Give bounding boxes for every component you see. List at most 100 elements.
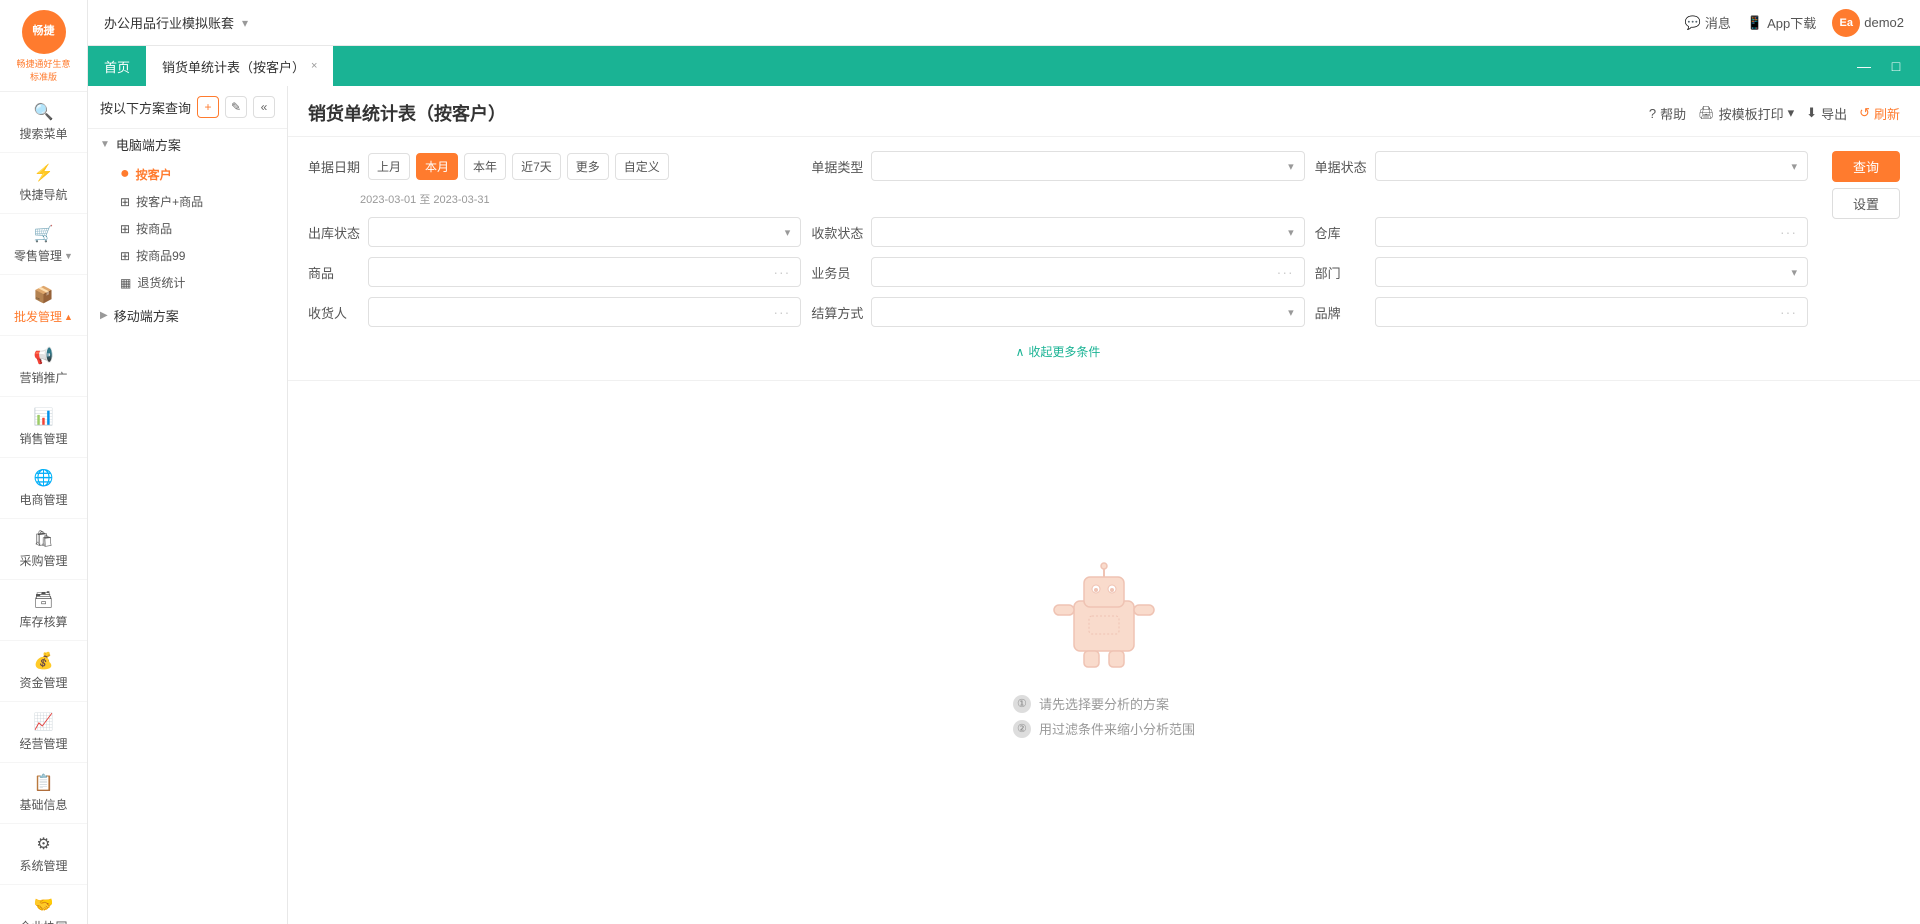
date-this-year-btn[interactable]: 本年 — [464, 153, 506, 180]
out-status-select[interactable]: ▾ — [368, 217, 801, 247]
topbar-left: 办公用品行业模拟账套 ▾ — [104, 13, 248, 32]
warehouse-select[interactable]: ··· — [1375, 217, 1808, 247]
edit-scheme-btn[interactable]: ✎ — [225, 96, 247, 118]
tree-mobile-group[interactable]: ▶ 移动端方案 — [88, 300, 287, 331]
doc-status-select[interactable]: ▾ — [1375, 151, 1808, 181]
refresh-btn[interactable]: ↺ 刷新 — [1859, 104, 1900, 123]
warehouse-filter-item: 仓库 ··· — [1315, 217, 1808, 247]
sidebar-item-sales[interactable]: 📊 销售管理 — [0, 397, 87, 458]
inventory-icon: 🗃 — [33, 590, 53, 610]
sidebar-item-system[interactable]: ⚙ 系统管理 — [0, 824, 87, 885]
collect-status-label: 收款状态 — [811, 223, 863, 242]
avatar: Ea — [1832, 9, 1860, 37]
grid-icon-2: ⊞ — [120, 222, 130, 236]
date-last7-btn[interactable]: 近7天 — [512, 153, 561, 180]
message-btn[interactable]: 💬 消息 — [1685, 13, 1731, 32]
topbar: 办公用品行业模拟账套 ▾ 💬 消息 📱 App下载 Ea demo2 — [88, 0, 1920, 46]
sidebar-item-basic[interactable]: 📋 基础信息 — [0, 763, 87, 824]
collect-status-select[interactable]: ▾ — [871, 217, 1304, 247]
collect-status-filter-item: 收款状态 ▾ — [811, 217, 1304, 247]
brand-label: 品牌 — [1315, 303, 1367, 322]
sales-icon: 📊 — [34, 407, 54, 427]
tree-desktop-group[interactable]: ▼ 电脑端方案 — [88, 129, 287, 160]
sidebar-item-wholesale[interactable]: 📦 批发管理 ▲ — [0, 275, 87, 336]
tab-close-icon[interactable]: × — [311, 60, 317, 72]
sidebar-logo: 畅捷 畅捷通好生意标准版 — [0, 0, 87, 92]
refresh-icon: ↺ — [1859, 105, 1870, 121]
tree-item-by-goods[interactable]: ⊞ 按商品 — [88, 215, 287, 242]
dept-filter-item: 部门 ▾ — [1315, 257, 1808, 287]
tree-item-customer-goods[interactable]: ⊞ 按客户+商品 — [88, 188, 287, 215]
date-more-btn[interactable]: 更多 — [567, 153, 609, 180]
sidebar-item-nav[interactable]: ⚡ 快捷导航 — [0, 153, 87, 214]
sidebar-item-retail[interactable]: 🛒 零售管理 ▼ — [0, 214, 87, 275]
user-menu[interactable]: Ea demo2 — [1832, 9, 1904, 37]
settings-btn[interactable]: 设置 — [1832, 188, 1900, 219]
collab-icon: 🤝 — [34, 895, 54, 915]
dropdown-icon[interactable]: ▾ — [242, 16, 248, 30]
export-btn[interactable]: ⬇ 导出 — [1806, 104, 1847, 123]
help-btn[interactable]: ? 帮助 — [1649, 104, 1686, 123]
date-last-month-btn[interactable]: 上月 — [368, 153, 410, 180]
finance-icon: 💰 — [34, 651, 54, 671]
query-btn[interactable]: 查询 — [1832, 151, 1900, 182]
collapse-filter-btn[interactable]: ∧ 收起更多条件 — [308, 337, 1808, 366]
staff-dots: ··· — [1277, 264, 1294, 280]
tab-home[interactable]: 首页 — [88, 46, 146, 86]
sidebar-item-inventory[interactable]: 🗃 库存核算 — [0, 580, 87, 641]
add-scheme-btn[interactable]: + — [197, 96, 219, 118]
doc-type-label: 单据类型 — [811, 157, 863, 176]
sidebar-item-search[interactable]: 🔍 搜索菜单 — [0, 92, 87, 153]
tab-minimize-btn[interactable]: — — [1852, 54, 1876, 78]
collapse-panel-btn[interactable]: « — [253, 96, 275, 118]
sidebar-item-finance[interactable]: 💰 资金管理 — [0, 641, 87, 702]
empty-tip-1: ① 请先选择要分析的方案 — [1013, 694, 1195, 713]
left-panel-title: 按以下方案查询 — [100, 98, 191, 117]
print-btn[interactable]: 🖨 按模板打印 ▾ — [1698, 104, 1794, 123]
filter-area: 单据日期 上月 本月 本年 近7天 更多 自定义 — [288, 137, 1920, 381]
payment-select[interactable]: ▾ — [871, 297, 1304, 327]
sidebar-item-ecommerce[interactable]: 🌐 电商管理 — [0, 458, 87, 519]
date-range-display: 2023-03-01 至 2023-03-31 — [360, 191, 1808, 207]
empty-tip-2: ② 用过滤条件来缩小分析范围 — [1013, 719, 1195, 738]
sidebar-item-marketing[interactable]: 📢 营销推广 — [0, 336, 87, 397]
nav-icon: ⚡ — [34, 163, 54, 183]
left-panel: 按以下方案查询 + ✎ « ▼ 电脑端方案 — [88, 86, 288, 924]
goods-label: 商品 — [308, 263, 360, 282]
tabbar: 首页 销货单统计表（按客户） × — □ — [88, 46, 1920, 86]
filter-row-4: 收货人 ··· 结算方式 ▾ — [308, 297, 1808, 327]
payment-label: 结算方式 — [811, 303, 863, 322]
print-dropdown-icon: ▾ — [1788, 105, 1795, 121]
system-icon: ⚙ — [36, 834, 50, 854]
retail-icon: 🛒 — [34, 224, 54, 244]
staff-filter-item: 业务员 ··· — [811, 257, 1304, 287]
date-custom-btn[interactable]: 自定义 — [615, 153, 669, 180]
app-download-btn[interactable]: 📱 App下载 — [1747, 13, 1816, 32]
sidebar-item-collab[interactable]: 🤝 企业协同 — [0, 885, 87, 924]
sidebar-item-purchase[interactable]: 🛍 采购管理 — [0, 519, 87, 580]
staff-select[interactable]: ··· — [871, 257, 1304, 287]
doc-type-select[interactable]: ▾ — [871, 151, 1304, 181]
goods-dots: ··· — [773, 264, 790, 280]
date-label: 单据日期 — [308, 157, 360, 176]
operation-icon: 📈 — [34, 712, 54, 732]
date-this-month-btn[interactable]: 本月 — [416, 153, 458, 180]
topbar-title: 办公用品行业模拟账套 — [104, 13, 234, 32]
bar-icon: ▦ — [120, 276, 131, 290]
print-icon: 🖨 — [1698, 105, 1715, 121]
purchase-icon: 🛍 — [33, 529, 53, 549]
doc-type-filter-item: 单据类型 ▾ — [811, 151, 1304, 181]
brand-select[interactable]: ··· — [1375, 297, 1808, 327]
out-status-label: 出库状态 — [308, 223, 360, 242]
dept-arrow: ▾ — [1791, 266, 1797, 279]
receiver-select[interactable]: ··· — [368, 297, 801, 327]
tab-maximize-btn[interactable]: □ — [1884, 54, 1908, 78]
goods-select[interactable]: ··· — [368, 257, 801, 287]
tree-item-by-goods99[interactable]: ⊞ 按商品99 — [88, 242, 287, 269]
tree-item-by-customer[interactable]: ● 按客户 — [88, 160, 287, 188]
sidebar-item-operation[interactable]: 📈 经营管理 — [0, 702, 87, 763]
tab-active[interactable]: 销货单统计表（按客户） × — [146, 46, 333, 86]
tree-item-return-stats[interactable]: ▦ 退货统计 — [88, 269, 287, 296]
dept-select[interactable]: ▾ — [1375, 257, 1808, 287]
export-icon: ⬇ — [1806, 105, 1817, 121]
